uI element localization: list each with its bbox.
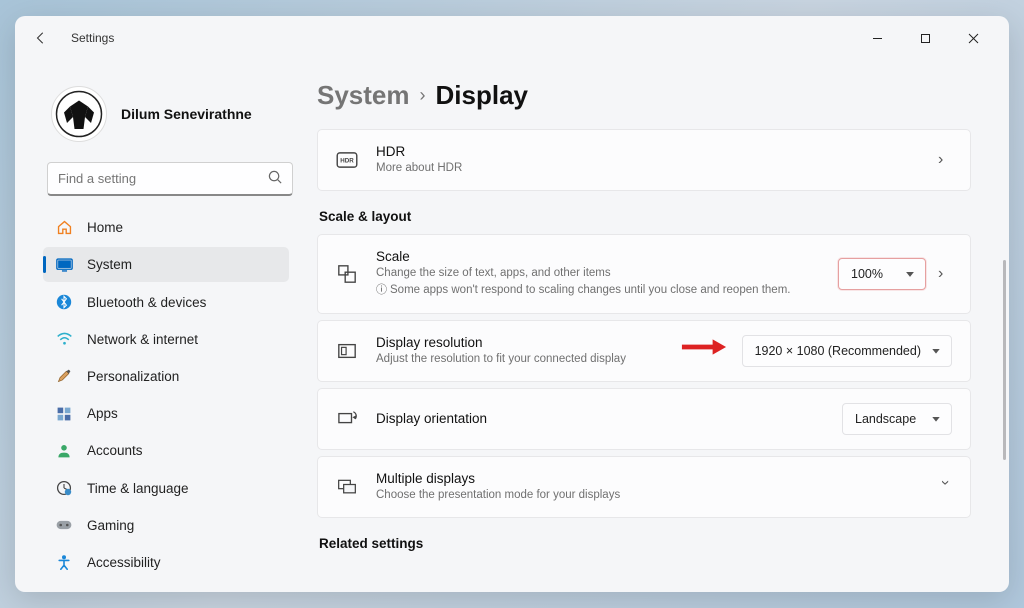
sidebar-item-label: Network & internet bbox=[87, 332, 198, 347]
person-icon bbox=[55, 442, 73, 460]
section-related: Related settings bbox=[319, 536, 971, 551]
sidebar-item-gaming[interactable]: Gaming bbox=[43, 508, 289, 543]
sidebar-item-label: Personalization bbox=[87, 369, 179, 384]
card-multiple-displays[interactable]: Multiple displays Choose the presentatio… bbox=[317, 456, 971, 518]
scale-icon bbox=[336, 263, 358, 285]
card-title: HDR bbox=[376, 144, 920, 159]
sidebar-item-label: Home bbox=[87, 220, 123, 235]
annotation-arrow-icon bbox=[680, 337, 728, 357]
chevron-down-icon: › bbox=[936, 480, 954, 494]
svg-text:HDR: HDR bbox=[340, 158, 354, 165]
sidebar-item-apps[interactable]: Apps bbox=[43, 396, 289, 431]
main-content: System › Display HDR HDR More about HDR … bbox=[305, 60, 1009, 592]
sidebar-item-label: Gaming bbox=[87, 518, 134, 533]
search-icon bbox=[268, 170, 283, 190]
sidebar-item-system[interactable]: System bbox=[43, 247, 289, 282]
bluetooth-icon bbox=[55, 293, 73, 311]
avatar bbox=[51, 86, 107, 142]
sidebar-item-home[interactable]: Home bbox=[43, 210, 289, 245]
maximize-button[interactable] bbox=[903, 23, 947, 53]
card-hdr[interactable]: HDR HDR More about HDR › bbox=[317, 129, 971, 191]
user-block[interactable]: Dilum Senevirathne bbox=[43, 72, 297, 162]
titlebar: Settings bbox=[15, 16, 1009, 60]
breadcrumb: System › Display bbox=[317, 80, 981, 111]
minimize-button[interactable] bbox=[855, 23, 899, 53]
sidebar: Dilum Senevirathne Home System bbox=[15, 60, 305, 592]
settings-window: Settings Dilum Senevirathne bbox=[15, 16, 1009, 592]
apps-icon bbox=[55, 405, 73, 423]
sidebar-item-bluetooth[interactable]: Bluetooth & devices bbox=[43, 284, 289, 319]
window-body: Dilum Senevirathne Home System bbox=[15, 60, 1009, 592]
sidebar-item-label: Accessibility bbox=[87, 555, 161, 570]
resolution-dropdown[interactable]: 1920 × 1080 (Recommended) bbox=[742, 335, 952, 367]
scale-dropdown[interactable]: 100% bbox=[838, 258, 926, 290]
window-controls bbox=[855, 23, 1001, 53]
section-scale-layout: Scale & layout bbox=[319, 209, 971, 224]
sidebar-item-label: Apps bbox=[87, 406, 118, 421]
system-icon bbox=[55, 256, 73, 274]
chevron-right-icon: › bbox=[938, 151, 952, 169]
hdr-icon: HDR bbox=[336, 149, 358, 171]
sidebar-item-time[interactable]: Time & language bbox=[43, 470, 289, 505]
maximize-icon bbox=[920, 33, 931, 44]
card-title: Display orientation bbox=[376, 411, 824, 426]
chevron-right-icon: › bbox=[420, 85, 426, 106]
sidebar-item-label: System bbox=[87, 257, 132, 272]
arrow-left-icon bbox=[34, 31, 48, 45]
info-icon: ⓘ bbox=[376, 284, 387, 296]
card-note: Some apps won't respond to scaling chang… bbox=[390, 282, 790, 298]
card-title: Display resolution bbox=[376, 335, 724, 350]
orientation-icon bbox=[336, 408, 358, 430]
soccer-ball-icon bbox=[55, 90, 103, 138]
card-subtitle: More about HDR bbox=[376, 160, 920, 176]
chevron-right-icon: › bbox=[938, 265, 952, 283]
card-resolution[interactable]: Display resolution Adjust the resolution… bbox=[317, 320, 971, 382]
close-button[interactable] bbox=[951, 23, 995, 53]
breadcrumb-parent[interactable]: System bbox=[317, 80, 410, 111]
window-title: Settings bbox=[71, 31, 114, 45]
orientation-dropdown[interactable]: Landscape bbox=[842, 403, 952, 435]
home-icon bbox=[55, 219, 73, 237]
nav: Home System Bluetooth & devices Network … bbox=[43, 210, 297, 580]
search-input[interactable] bbox=[47, 162, 293, 196]
clock-globe-icon bbox=[55, 479, 73, 497]
sidebar-item-label: Accounts bbox=[87, 443, 143, 458]
paintbrush-icon bbox=[55, 367, 73, 385]
page-title: Display bbox=[436, 80, 529, 111]
gamepad-icon bbox=[55, 516, 73, 534]
multiple-displays-icon bbox=[336, 476, 358, 498]
card-subtitle: Change the size of text, apps, and other… bbox=[376, 265, 820, 281]
sidebar-item-accounts[interactable]: Accounts bbox=[43, 433, 289, 468]
sidebar-item-label: Time & language bbox=[87, 481, 189, 496]
close-icon bbox=[968, 33, 979, 44]
sidebar-item-network[interactable]: Network & internet bbox=[43, 322, 289, 357]
sidebar-item-label: Bluetooth & devices bbox=[87, 295, 206, 310]
user-name: Dilum Senevirathne bbox=[121, 106, 252, 122]
wifi-icon bbox=[55, 330, 73, 348]
sidebar-item-accessibility[interactable]: Accessibility bbox=[43, 545, 289, 580]
card-scale[interactable]: Scale Change the size of text, apps, and… bbox=[317, 234, 971, 313]
scrollbar-thumb[interactable] bbox=[1003, 260, 1006, 460]
accessibility-icon bbox=[55, 553, 73, 571]
content-scroll[interactable]: HDR HDR More about HDR › Scale & layout … bbox=[317, 129, 981, 582]
search-wrap bbox=[47, 162, 293, 196]
card-title: Multiple displays bbox=[376, 471, 920, 486]
minimize-icon bbox=[872, 33, 883, 44]
card-subtitle: Adjust the resolution to fit your connec… bbox=[376, 351, 724, 367]
resolution-icon bbox=[336, 340, 358, 362]
back-button[interactable] bbox=[23, 20, 59, 56]
card-subtitle: Choose the presentation mode for your di… bbox=[376, 487, 920, 503]
card-title: Scale bbox=[376, 249, 820, 264]
card-orientation[interactable]: Display orientation Landscape bbox=[317, 388, 971, 450]
sidebar-item-personalization[interactable]: Personalization bbox=[43, 359, 289, 394]
